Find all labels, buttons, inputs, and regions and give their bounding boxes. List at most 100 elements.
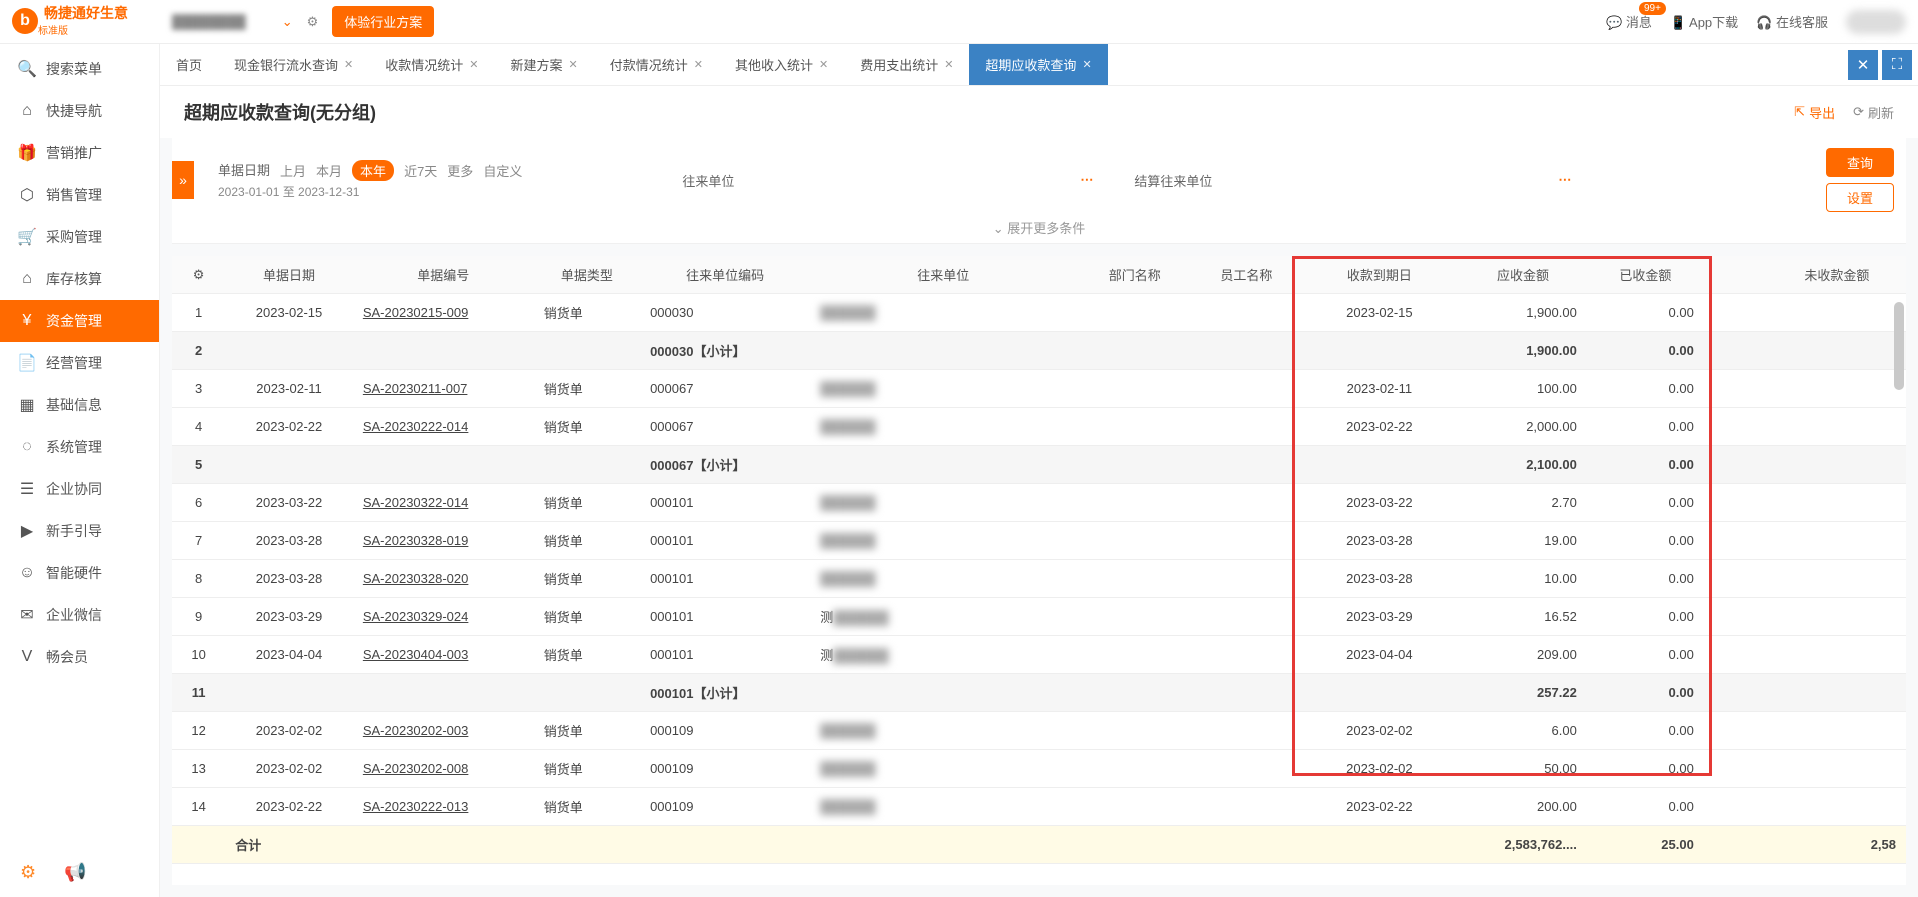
sidebar-funds[interactable]: ¥资金管理: [0, 300, 159, 342]
tab-6[interactable]: 费用支出统计✕: [844, 44, 969, 85]
sidebar-system[interactable]: ◌系统管理: [0, 426, 159, 468]
sidebar-inventory[interactable]: ⌂库存核算: [0, 258, 159, 300]
doc-link[interactable]: SA-20230328-019: [363, 533, 469, 548]
sidebar-basic[interactable]: ▦基础信息: [0, 384, 159, 426]
th-duedate[interactable]: 收款到期日: [1300, 256, 1460, 294]
date-quick-custom[interactable]: 自定义: [483, 161, 522, 180]
doc-link[interactable]: SA-20230215-009: [363, 305, 469, 320]
avatar[interactable]: [1846, 10, 1906, 34]
footer-settings-icon[interactable]: ⚙: [20, 862, 36, 883]
tab-3[interactable]: 新建方案✕: [494, 44, 593, 85]
doc-link[interactable]: SA-20230328-020: [363, 571, 469, 586]
doc-link[interactable]: SA-20230404-003: [363, 647, 469, 662]
sidebar-hardware[interactable]: ☺智能硬件: [0, 552, 159, 594]
doc-link[interactable]: SA-20230202-008: [363, 761, 469, 776]
tab-close-icon[interactable]: ✕: [469, 58, 478, 71]
partner-filter-label: 往来单位: [682, 171, 734, 190]
th-rcvd[interactable]: 已收金额: [1587, 256, 1704, 294]
sidebar-quicknav[interactable]: ⌂快捷导航: [0, 90, 159, 132]
th-ar[interactable]: 应收金额: [1459, 256, 1587, 294]
tab-close-icon[interactable]: ✕: [344, 58, 353, 71]
footer-announce-icon[interactable]: 📢: [64, 862, 86, 883]
sidebar-guide[interactable]: ▶新手引导: [0, 510, 159, 552]
row-index: 12: [172, 712, 225, 750]
settings-icon[interactable]: ⚙: [307, 14, 319, 30]
tab-close-icon[interactable]: ✕: [1082, 58, 1091, 71]
date-quick-last-month[interactable]: 上月: [280, 161, 306, 180]
row-rcvd: 0.00: [1587, 522, 1704, 560]
sidebar-member[interactable]: V畅会员: [0, 636, 159, 678]
tab-expand-button[interactable]: ⛶: [1882, 50, 1912, 80]
sidebar-item-label: 新手引导: [46, 521, 102, 541]
row-ccode: 000109: [640, 750, 810, 788]
app-download-link[interactable]: 📱 App下载: [1670, 12, 1738, 31]
tab-7[interactable]: 超期应收款查询✕: [969, 44, 1107, 85]
th-docno[interactable]: 单据编号: [353, 256, 534, 294]
tab-close-button[interactable]: ✕: [1848, 50, 1878, 80]
support-link[interactable]: 🎧 在线客服: [1756, 12, 1828, 31]
doc-link[interactable]: SA-20230322-014: [363, 495, 469, 510]
row-dept: [1076, 598, 1193, 636]
trial-button[interactable]: 体验行业方案: [332, 6, 434, 37]
filter-collapse-handle[interactable]: »: [172, 161, 194, 199]
date-quick-7d[interactable]: 近7天: [404, 161, 437, 180]
row-index: 6: [172, 484, 225, 522]
tab-4[interactable]: 付款情况统计✕: [594, 44, 719, 85]
tab-close-icon[interactable]: ✕: [944, 58, 953, 71]
doc-link[interactable]: SA-20230222-014: [363, 419, 469, 434]
tab-2[interactable]: 收款情况统计✕: [369, 44, 494, 85]
date-quick-this-year[interactable]: 本年: [352, 160, 394, 181]
tab-close-icon[interactable]: ✕: [819, 58, 828, 71]
th-ccode[interactable]: 往来单位编码: [640, 256, 810, 294]
messages-link[interactable]: 💬 消息 99+: [1606, 12, 1652, 31]
th-cname[interactable]: 往来单位: [810, 256, 1076, 294]
th-unrcv[interactable]: 未收款金额: [1768, 256, 1906, 294]
sidebar-biz[interactable]: 📄经营管理: [0, 342, 159, 384]
th-dept[interactable]: 部门名称: [1076, 256, 1193, 294]
doc-link[interactable]: SA-20230211-007: [363, 381, 468, 396]
scrollbar-thumb[interactable]: [1894, 302, 1904, 390]
org-selector[interactable]: ████████: [172, 14, 246, 29]
sidebar-item-label: 采购管理: [46, 227, 102, 247]
row-rcvd: 0.00: [1587, 636, 1704, 674]
settings-button[interactable]: 设置: [1826, 183, 1894, 212]
tab-0[interactable]: 首页: [160, 44, 218, 85]
row-cname: ██████: [810, 408, 1076, 446]
row-date: 2023-03-28: [225, 560, 353, 598]
date-quick-more[interactable]: 更多: [447, 161, 473, 180]
th-doctype[interactable]: 单据类型: [534, 256, 640, 294]
search-button[interactable]: 查询: [1826, 148, 1894, 177]
table-settings-icon[interactable]: ⚙: [172, 256, 225, 294]
partner-picker-icon[interactable]: ⋯: [1080, 172, 1094, 188]
tab-1[interactable]: 现金银行流水查询✕: [218, 44, 369, 85]
doc-link[interactable]: SA-20230329-024: [363, 609, 469, 624]
tab-5[interactable]: 其他收入统计 ✕: [719, 44, 844, 85]
date-quick-this-month[interactable]: 本月: [316, 161, 342, 180]
th-date[interactable]: 单据日期: [225, 256, 353, 294]
partner-input[interactable]: [742, 180, 1072, 181]
sidebar-sales[interactable]: ⬡销售管理: [0, 174, 159, 216]
doc-link[interactable]: SA-20230222-013: [363, 799, 469, 814]
sidebar-marketing[interactable]: 🎁营销推广: [0, 132, 159, 174]
row-ar: 2,000.00: [1459, 408, 1587, 446]
row-cname: ██████: [810, 750, 1076, 788]
sidebar-wechat-icon: ✉: [18, 606, 36, 624]
brand-name: 畅捷通好生意: [44, 6, 128, 21]
th-emp[interactable]: 员工名称: [1193, 256, 1299, 294]
sidebar-collab[interactable]: ☰企业协同: [0, 468, 159, 510]
export-button[interactable]: ⇱ 导出: [1794, 103, 1835, 122]
sidebar-search[interactable]: 🔍搜索菜单: [0, 48, 159, 90]
settle-picker-icon[interactable]: ⋯: [1558, 172, 1572, 188]
org-chevron-icon[interactable]: ⌄: [282, 14, 293, 30]
sidebar-purchase[interactable]: 🛒采购管理: [0, 216, 159, 258]
tab-close-icon[interactable]: ✕: [694, 58, 703, 71]
row-duedate: 2023-03-28: [1300, 522, 1460, 560]
refresh-button[interactable]: ⟳ 刷新: [1853, 103, 1894, 122]
tab-close-icon[interactable]: ✕: [569, 58, 578, 71]
sidebar-wechat[interactable]: ✉企业微信: [0, 594, 159, 636]
row-ar: 2.70: [1459, 484, 1587, 522]
tab-label: 其他收入统计: [735, 55, 813, 74]
expand-more-filters[interactable]: ⌄ 展开更多条件: [172, 212, 1906, 244]
row-doctype: 销货单: [534, 598, 640, 636]
doc-link[interactable]: SA-20230202-003: [363, 723, 469, 738]
